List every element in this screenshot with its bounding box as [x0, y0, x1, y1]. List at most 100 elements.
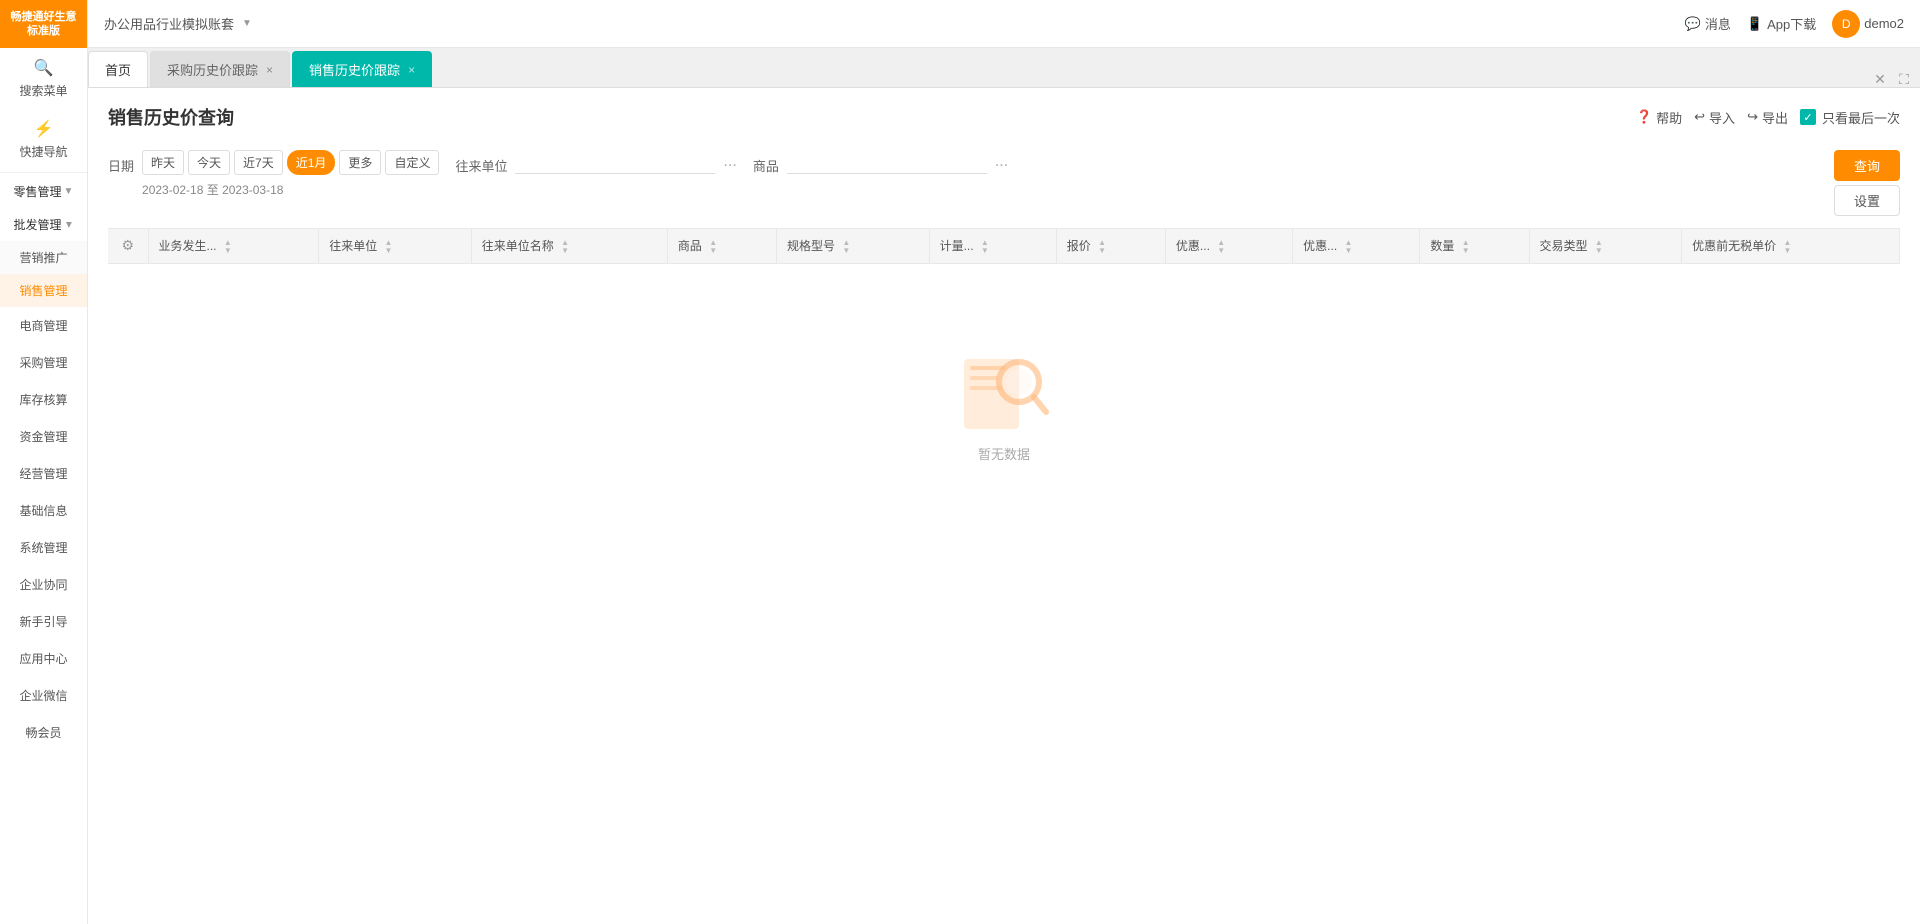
- help-icon: ❓: [1636, 109, 1652, 125]
- sidebar-item-newuser-label: 新手引导: [19, 613, 67, 630]
- content-area: 销售历史价查询 ❓ 帮助 ↩ 导入 ↪ 导出 ✓: [88, 88, 1920, 924]
- search-icon: 🔍: [34, 58, 54, 78]
- sidebar-item-finance[interactable]: 资金管理: [0, 418, 87, 455]
- user-action[interactable]: D demo2: [1832, 10, 1904, 38]
- tab-sales-close[interactable]: ×: [408, 63, 415, 77]
- col-trade-type[interactable]: 交易类型 ▲▼: [1529, 229, 1682, 263]
- sidebar-item-search[interactable]: 🔍 搜索菜单: [0, 48, 87, 109]
- window-close-btn[interactable]: ✕: [1872, 71, 1888, 87]
- help-btn[interactable]: ❓ 帮助: [1636, 108, 1682, 127]
- col-spec[interactable]: 规格型号 ▲▼: [776, 229, 929, 263]
- sidebar-item-wechat-label: 企业微信: [19, 687, 67, 704]
- empty-text: 暂无数据: [978, 444, 1030, 463]
- sort-goods-icon: ▲▼: [709, 239, 717, 255]
- app-download-action[interactable]: 📱 App下载: [1747, 14, 1816, 33]
- sidebar-item-basic-info[interactable]: 基础信息: [0, 492, 87, 529]
- data-table: ⚙ 业务发生... ▲▼ 往来单位 ▲▼ 往来单位名称: [108, 229, 1900, 264]
- col-goods[interactable]: 商品 ▲▼: [667, 229, 776, 263]
- main-area: 办公用品行业模拟账套 ▼ 💬 消息 📱 App下载 D demo2 首页: [88, 0, 1920, 924]
- col-unit[interactable]: 计量... ▲▼: [929, 229, 1056, 263]
- sidebar-item-marketing[interactable]: 营销推广: [0, 241, 87, 274]
- sidebar-item-enterprise[interactable]: 企业协同: [0, 566, 87, 603]
- sidebar-item-purchase[interactable]: 采购管理: [0, 344, 87, 381]
- sidebar-item-inventory[interactable]: 库存核算: [0, 381, 87, 418]
- goods-filter-label: 商品: [753, 150, 779, 175]
- sidebar-item-operations-label: 经营管理: [19, 465, 67, 482]
- date-btn-more[interactable]: 更多: [339, 150, 381, 175]
- sidebar-item-appstore[interactable]: 应用中心: [0, 640, 87, 677]
- goods-dots[interactable]: ...: [995, 153, 1008, 171]
- sidebar-item-sales-mgmt[interactable]: 销售管理: [0, 274, 87, 307]
- help-label: 帮助: [1656, 108, 1682, 127]
- export-label: 导出: [1762, 108, 1788, 127]
- sidebar-item-wechat[interactable]: 企业微信: [0, 677, 87, 714]
- tab-bar: 首页 采购历史价跟踪 × 销售历史价跟踪 × ✕ ⛶: [88, 48, 1920, 88]
- col-qty[interactable]: 数量 ▲▼: [1420, 229, 1529, 263]
- settings-button[interactable]: 设置: [1834, 185, 1900, 216]
- date-btn-today[interactable]: 今天: [188, 150, 230, 175]
- filter-actions: 查询 设置: [1834, 150, 1900, 216]
- page-title-row: 销售历史价查询 ❓ 帮助 ↩ 导入 ↪ 导出 ✓: [108, 104, 1900, 130]
- goods-input-group: ...: [787, 150, 1008, 174]
- col-gear[interactable]: ⚙: [108, 229, 148, 263]
- top-header: 办公用品行业模拟账套 ▼ 💬 消息 📱 App下载 D demo2: [88, 0, 1920, 48]
- sort-discount2-icon: ▲▼: [1345, 239, 1353, 255]
- partner-input[interactable]: [515, 150, 715, 174]
- col-discount1[interactable]: 优惠... ▲▼: [1165, 229, 1292, 263]
- message-action[interactable]: 💬 消息: [1685, 14, 1731, 33]
- date-range-display: 2023-02-18 至 2023-03-18: [142, 181, 439, 198]
- sidebar-wholesale-submenu: 营销推广 销售管理: [0, 241, 87, 307]
- sidebar-item-system[interactable]: 系统管理: [0, 529, 87, 566]
- page-title: 销售历史价查询: [108, 104, 234, 130]
- col-partner-code[interactable]: 往来单位 ▲▼: [319, 229, 472, 263]
- tab-sales[interactable]: 销售历史价跟踪 ×: [292, 51, 432, 87]
- date-btn-7days[interactable]: 近7天: [234, 150, 283, 175]
- table-container: ⚙ 业务发生... ▲▼ 往来单位 ▲▼ 往来单位名称: [108, 229, 1900, 543]
- app-logo-text: 畅捷通好生意: [11, 10, 77, 24]
- sidebar-item-system-label: 系统管理: [19, 539, 67, 556]
- window-maximize-btn[interactable]: ⛶: [1896, 71, 1912, 87]
- sort-partner-code-icon: ▲▼: [385, 239, 393, 255]
- sidebar-item-marketing-label: 营销推广: [19, 251, 67, 265]
- sidebar-item-retail[interactable]: 零售管理 ▼: [0, 175, 87, 208]
- sidebar-item-wholesale-label: 批发管理: [14, 216, 62, 233]
- goods-input[interactable]: [787, 150, 987, 174]
- date-btn-custom[interactable]: 自定义: [385, 150, 439, 175]
- partner-dots[interactable]: ...: [723, 153, 736, 171]
- sort-qty-icon: ▲▼: [1462, 239, 1470, 255]
- tab-purchase-close[interactable]: ×: [266, 63, 273, 77]
- col-price[interactable]: 报价 ▲▼: [1056, 229, 1165, 263]
- import-btn[interactable]: ↩ 导入: [1694, 108, 1735, 127]
- export-btn[interactable]: ↪ 导出: [1747, 108, 1788, 127]
- sidebar-item-purchase-label: 采购管理: [19, 354, 67, 371]
- sidebar-item-ecommerce[interactable]: 电商管理: [0, 307, 87, 344]
- message-icon: 💬: [1685, 16, 1701, 32]
- only-last-checkbox[interactable]: ✓ 只看最后一次: [1800, 108, 1900, 127]
- sidebar-item-newuser[interactable]: 新手引导: [0, 603, 87, 640]
- tab-home[interactable]: 首页: [88, 51, 148, 87]
- col-partner-name[interactable]: 往来单位名称 ▲▼: [471, 229, 667, 263]
- chevron-down-icon: ▼: [64, 186, 74, 197]
- col-pretax-price[interactable]: 优惠前无税单价 ▲▼: [1682, 229, 1900, 263]
- date-filter-label: 日期: [108, 150, 134, 175]
- date-btn-1month[interactable]: 近1月: [287, 150, 336, 175]
- col-discount2[interactable]: 优惠... ▲▼: [1293, 229, 1420, 263]
- col-biz-date[interactable]: 业务发生... ▲▼: [148, 229, 319, 263]
- sidebar-item-enterprise-label: 企业协同: [19, 576, 67, 593]
- sidebar-item-basic-info-label: 基础信息: [19, 502, 67, 519]
- account-dropdown-icon[interactable]: ▼: [242, 18, 252, 29]
- app-logo-subtext: 标准版: [27, 24, 60, 38]
- sidebar-item-wholesale[interactable]: 批发管理 ▲: [0, 208, 87, 241]
- tab-purchase[interactable]: 采购历史价跟踪 ×: [150, 51, 290, 87]
- empty-state: 暂无数据: [108, 264, 1900, 543]
- sidebar-item-shortcuts[interactable]: ⚡ 快捷导航: [0, 109, 87, 170]
- sidebar-item-membership[interactable]: 畅会员: [0, 714, 87, 751]
- sidebar-divider-1: [0, 172, 87, 173]
- import-icon: ↩: [1694, 109, 1705, 125]
- export-icon: ↪: [1747, 109, 1758, 125]
- gear-icon[interactable]: ⚙: [121, 237, 134, 253]
- partner-filter-label: 往来单位: [455, 150, 507, 175]
- sidebar-item-operations[interactable]: 经营管理: [0, 455, 87, 492]
- query-button[interactable]: 查询: [1834, 150, 1900, 181]
- date-btn-yesterday[interactable]: 昨天: [142, 150, 184, 175]
